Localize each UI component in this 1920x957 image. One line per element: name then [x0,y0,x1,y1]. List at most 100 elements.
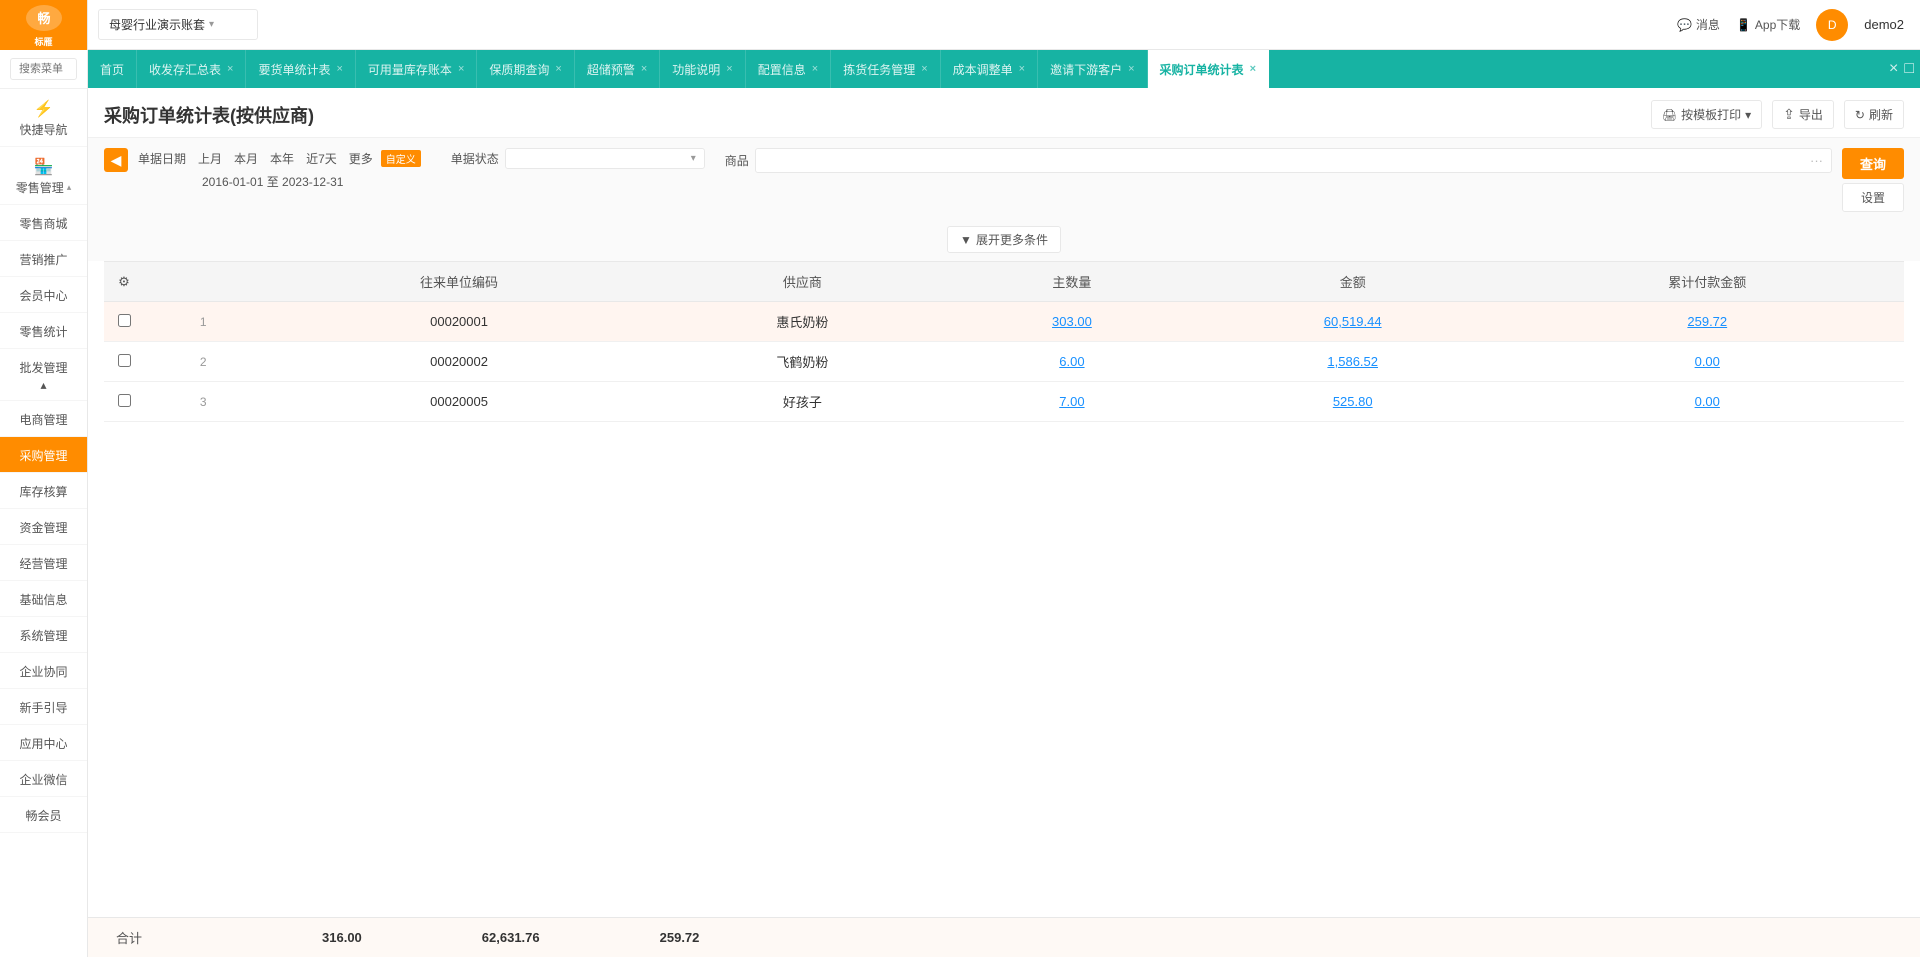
app-download-button[interactable]: 📱 App下载 [1736,16,1800,33]
row2-checkbox[interactable] [104,342,144,382]
row3-paid-amount[interactable]: 0.00 [1511,382,1904,422]
shortcut-this-year[interactable]: 本年 [266,148,298,169]
tab-invite-customer[interactable]: 邀请下游客户 × [1038,50,1147,88]
row2-main-qty[interactable]: 6.00 [949,342,1195,382]
tab-function-close-icon[interactable]: × [726,63,732,75]
tab-cost-adjust[interactable]: 成本调整单 × [941,50,1038,88]
tab-picking-close-icon[interactable]: × [921,63,927,75]
status-select[interactable]: ▾ [505,148,705,169]
row2-paid-amount[interactable]: 0.00 [1511,342,1904,382]
sidebar-item-marketing[interactable]: 营销推广 [0,241,87,277]
row3-amount[interactable]: 525.80 [1195,382,1511,422]
shortcut-this-month[interactable]: 本月 [230,148,262,169]
goods-filter-label: 商品 [725,152,749,169]
col-settings[interactable]: ⚙ [104,262,144,302]
tab-collect-summary-close-icon[interactable]: × [227,63,233,75]
row3-check-input[interactable] [118,394,131,407]
row1-check-input[interactable] [118,314,131,327]
sidebar-item-basic-info[interactable]: 基础信息 [0,581,87,617]
row1-main-qty[interactable]: 303.00 [949,302,1195,342]
tab-cost-close-icon[interactable]: × [1019,63,1025,75]
message-button[interactable]: 💬 消息 [1677,16,1720,33]
column-settings-icon[interactable]: ⚙ [118,274,130,289]
tab-overstock-close-icon[interactable]: × [641,63,647,75]
tab-purchase-order-stats[interactable]: 采购订单统计表 × [1148,50,1269,88]
sidebar-item-enterprise-wechat[interactable]: 企业微信 [0,761,87,797]
tab-function-desc[interactable]: 功能说明 × [660,50,745,88]
tab-available-inventory[interactable]: 可用量库存账本 × [356,50,477,88]
settings-button[interactable]: 设置 [1842,183,1904,212]
sidebar-item-app-center[interactable]: 应用中心 [0,725,87,761]
sidebar-item-inventory[interactable]: 库存核算 [0,473,87,509]
tab-config-info[interactable]: 配置信息 × [746,50,831,88]
sidebar-item-wholesale[interactable]: 批发管理 ▴ [0,349,87,401]
tabbar: 首页 收发存汇总表 × 要货单统计表 × 可用量库存账本 × 保质期查询 × 超… [88,50,1920,88]
sidebar-item-operations[interactable]: 经营管理 [0,545,87,581]
sidebar-item-member[interactable]: 会员中心 [0,277,87,313]
tab-home-label: 首页 [100,61,124,78]
tab-maximize-icon[interactable]: □ [1904,60,1914,78]
filter-collapse-button[interactable]: ◀ [104,148,128,172]
retail-mall-label: 零售商城 [19,215,67,232]
date-range-display: 2016-01-01 至 2023-12-31 [202,173,343,190]
sidebar-item-new-guide[interactable]: 新手引导 [0,689,87,725]
tab-overstock-alert[interactable]: 超储预警 × [575,50,660,88]
basic-info-label: 基础信息 [19,591,67,608]
tab-warranty-query-label: 保质期查询 [489,61,549,78]
sidebar-item-member2[interactable]: 畅会员 [0,797,87,833]
tab-picking-task[interactable]: 拣货任务管理 × [831,50,940,88]
tab-purchase-stats[interactable]: 要货单统计表 × [246,50,355,88]
sidebar-item-retail-stats[interactable]: 零售统计 [0,313,87,349]
sidebar-item-enterprise[interactable]: 企业协同 [0,653,87,689]
tab-purchase-stats-close-icon[interactable]: × [336,63,342,75]
tab-picking-task-label: 拣货任务管理 [843,61,915,78]
tab-collect-summary[interactable]: 收发存汇总表 × [137,50,246,88]
tab-overstock-alert-label: 超储预警 [587,61,635,78]
sidebar-item-ecommerce[interactable]: 电商管理 [0,401,87,437]
row3-checkbox[interactable] [104,382,144,422]
print-button[interactable]: 🖨 按模板打印 ▾ [1651,100,1762,129]
data-table: ⚙ 往来单位编码 供应商 主数量 金额 累计付款金额 [104,261,1904,422]
row3-main-qty[interactable]: 7.00 [949,382,1195,422]
username-label[interactable]: demo2 [1864,17,1904,32]
expand-more-button[interactable]: ▼ 展开更多条件 [947,226,1061,253]
row2-index: 2 [144,342,262,382]
expand-icon: ▼ [960,233,972,247]
sidebar-item-finance[interactable]: 资金管理 [0,509,87,545]
tab-purchase-stats-label: 要货单统计表 [258,61,330,78]
sidebar-item-retail-mall[interactable]: 零售商城 [0,205,87,241]
row1-paid-amount[interactable]: 259.72 [1511,302,1904,342]
tab-invite-customer-label: 邀请下游客户 [1050,61,1122,78]
app-logo: 畅 标雁 [0,0,87,50]
tab-purchase-order-close-icon[interactable]: × [1250,63,1256,75]
export-button[interactable]: ⇪ 导出 [1772,100,1834,129]
user-avatar[interactable]: D [1816,9,1848,41]
tab-available-inventory-close-icon[interactable]: × [458,63,464,75]
col-index [144,262,262,302]
sidebar-item-purchase[interactable]: 采购管理 [0,437,87,473]
query-button[interactable]: 查询 [1842,148,1904,179]
footer-main-qty: 316.00 [322,930,362,945]
sidebar-item-retail[interactable]: 🏪 零售管理 ▴ [0,147,87,205]
tab-invite-close-icon[interactable]: × [1128,63,1134,75]
row2-check-input[interactable] [118,354,131,367]
search-input[interactable] [10,58,77,80]
tab-warranty-query[interactable]: 保质期查询 × [477,50,574,88]
sidebar-item-quick-nav[interactable]: ⚡ 快捷导航 [0,89,87,147]
row2-amount[interactable]: 1,586.52 [1195,342,1511,382]
shortcut-more[interactable]: 更多 [345,148,377,169]
sidebar-item-system[interactable]: 系统管理 [0,617,87,653]
shortcut-last-month[interactable]: 上月 [194,148,226,169]
tab-close-all-icon[interactable]: × [1889,60,1898,78]
tab-collect-summary-label: 收发存汇总表 [149,61,221,78]
tab-warranty-close-icon[interactable]: × [555,63,561,75]
tab-home[interactable]: 首页 [88,50,137,88]
date-custom-badge[interactable]: 自定义 [381,150,421,167]
row1-amount[interactable]: 60,519.44 [1195,302,1511,342]
shortcut-7days[interactable]: 近7天 [302,148,341,169]
status-filter-label: 单据状态 [451,150,499,167]
tab-config-close-icon[interactable]: × [812,63,818,75]
refresh-button[interactable]: ↻ 刷新 [1844,100,1904,129]
workspace-selector[interactable]: 母婴行业演示账套 ▾ [98,9,258,40]
row1-checkbox[interactable] [104,302,144,342]
